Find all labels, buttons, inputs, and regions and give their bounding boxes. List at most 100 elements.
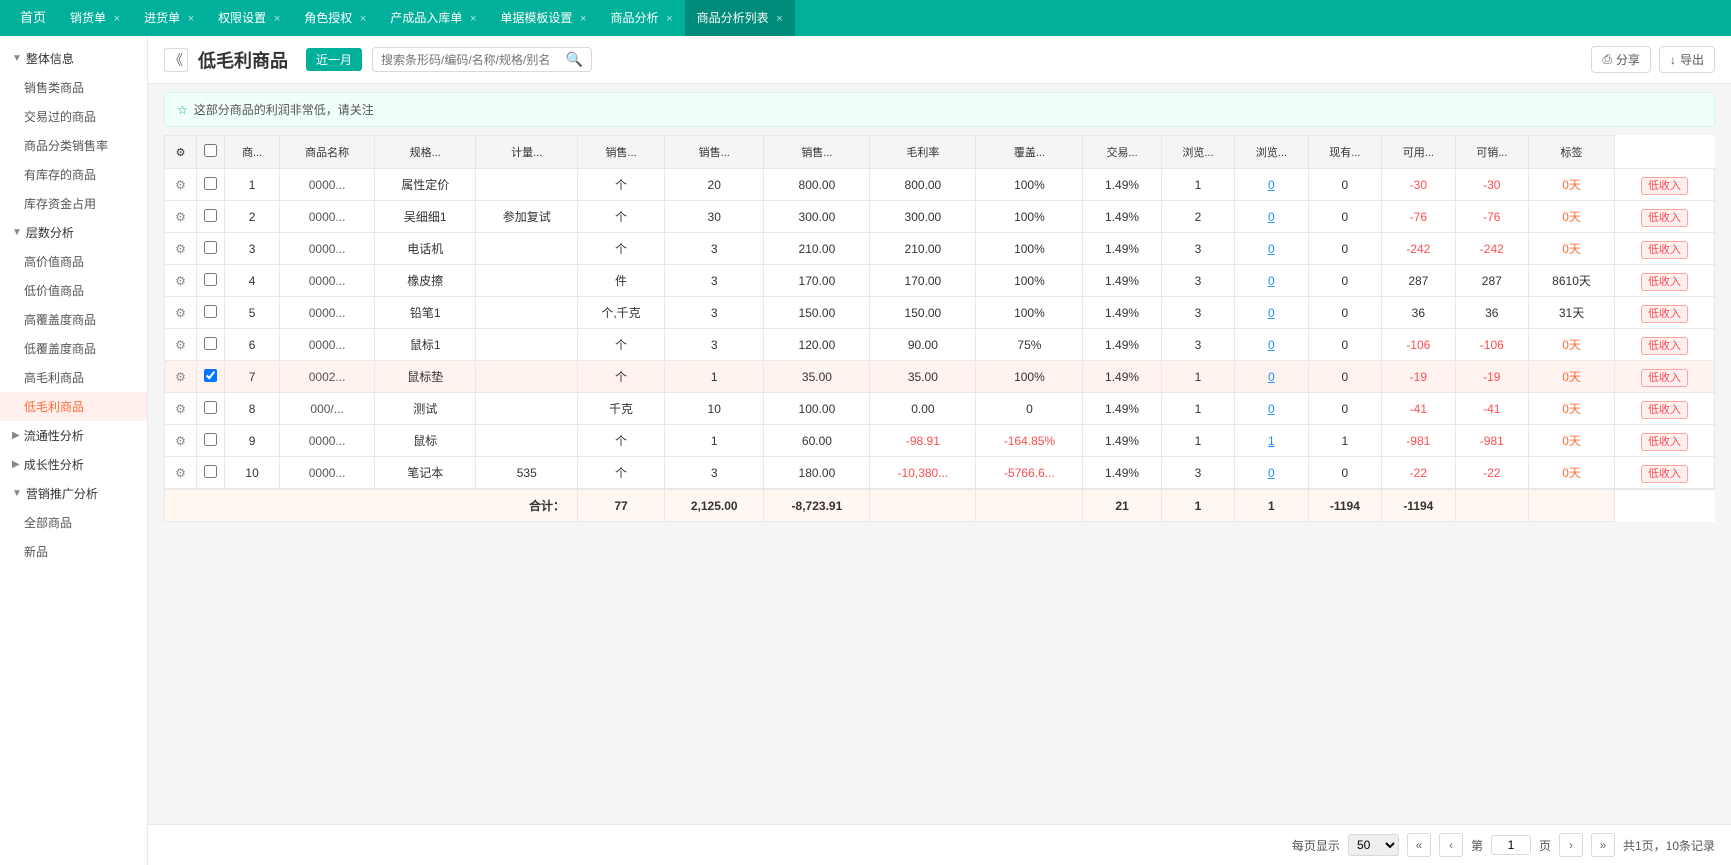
row-select-checkbox[interactable] [204, 337, 217, 350]
row-select-checkbox[interactable] [204, 241, 217, 254]
row-select-checkbox[interactable] [204, 369, 217, 382]
notice-text: 这部分商品的利润非常低，请关注 [194, 101, 374, 118]
row-browse1: 0 [1235, 297, 1308, 329]
close-roles-tab[interactable]: × [360, 13, 366, 25]
row-settings[interactable]: ⚙ [165, 233, 197, 265]
nav-analysis[interactable]: 商品分析 × [598, 0, 684, 36]
row-settings[interactable]: ⚙ [165, 265, 197, 297]
close-analysis-tab[interactable]: × [666, 13, 672, 25]
th-code[interactable]: 商... [225, 136, 280, 169]
row-browse1: 0 [1235, 361, 1308, 393]
arrow-flow-icon: ▶ [12, 430, 20, 441]
row-select-checkbox[interactable] [204, 273, 217, 286]
row-settings[interactable]: ⚙ [165, 201, 197, 233]
row-settings[interactable]: ⚙ [165, 297, 197, 329]
sidebar-item-traded-goods[interactable]: 交易过的商品 [0, 102, 147, 131]
sidebar-item-low-margin[interactable]: 低毛利商品 [0, 392, 147, 421]
close-permissions-tab[interactable]: × [274, 13, 280, 25]
row-unit: 个 [577, 425, 664, 457]
close-warehouse-tab[interactable]: × [470, 13, 476, 25]
row-transactions: 3 [1161, 297, 1234, 329]
th-current-stock[interactable]: 现有... [1308, 136, 1381, 169]
th-sales-profit[interactable]: 销售... [764, 136, 870, 169]
export-button[interactable]: ↓ 导出 [1659, 46, 1715, 73]
select-all-checkbox[interactable] [204, 144, 217, 157]
nav-home[interactable]: 首页 [8, 0, 58, 36]
sidebar-item-high-value[interactable]: 高价值商品 [0, 247, 147, 276]
close-purchase-tab[interactable]: × [188, 13, 194, 25]
search-input[interactable] [381, 53, 566, 67]
row-select-checkbox[interactable] [204, 209, 217, 222]
sidebar-item-sales-goods[interactable]: 销售类商品 [0, 73, 147, 102]
th-available[interactable]: 可用... [1382, 136, 1455, 169]
sidebar-group-layered[interactable]: ▼ 层数分析 [0, 218, 147, 247]
row-settings[interactable]: ⚙ [165, 329, 197, 361]
row-browse2: 1 [1308, 425, 1381, 457]
th-settings[interactable]: ⚙ [165, 136, 197, 169]
th-spec[interactable]: 规格... [374, 136, 476, 169]
th-browse2[interactable]: 浏览... [1235, 136, 1308, 169]
row-select-checkbox[interactable] [204, 177, 217, 190]
sidebar-item-high-coverage[interactable]: 高覆盖度商品 [0, 305, 147, 334]
sidebar-collapse-button[interactable]: 《 [164, 48, 188, 72]
nav-permissions[interactable]: 权限设置 × [206, 0, 292, 36]
row-available: -242 [1455, 233, 1528, 265]
th-coverage[interactable]: 覆盖... [976, 136, 1083, 169]
row-gross-margin: 100% [976, 361, 1083, 393]
total-gross-margin [870, 489, 976, 522]
sidebar-item-inventory-goods[interactable]: 有库存的商品 [0, 160, 147, 189]
row-select-checkbox[interactable] [204, 465, 217, 478]
share-button[interactable]: ⎙ 分享 [1591, 46, 1651, 73]
sidebar-item-high-margin[interactable]: 高毛利商品 [0, 363, 147, 392]
row-select-checkbox[interactable] [204, 401, 217, 414]
nav-warehouse[interactable]: 产成品入库单 × [378, 0, 488, 36]
sidebar-item-funds-usage[interactable]: 库存资金占用 [0, 189, 147, 218]
row-sales-price: 35.00 [764, 361, 870, 393]
row-sales-profit: 90.00 [870, 329, 976, 361]
th-name[interactable]: 商品名称 [280, 136, 375, 169]
sidebar-item-all-goods[interactable]: 全部商品 [0, 508, 147, 537]
sidebar-group-growth[interactable]: ▶ 成长性分析 [0, 450, 147, 479]
sidebar-group-marketing[interactable]: ▼ 营销推广分析 [0, 479, 147, 508]
row-gross-margin: 100% [976, 233, 1083, 265]
row-settings[interactable]: ⚙ [165, 393, 197, 425]
page-number-input[interactable] [1491, 835, 1531, 855]
prev-prev-page-button[interactable]: « [1407, 833, 1431, 857]
th-saleable[interactable]: 可销... [1455, 136, 1528, 169]
close-analysis-list-tab[interactable]: × [776, 13, 782, 25]
search-icon[interactable]: 🔍 [566, 51, 583, 68]
row-no: 8 [225, 393, 280, 425]
close-templates-tab[interactable]: × [580, 13, 586, 25]
per-page-select[interactable]: 20 50 100 200 [1348, 834, 1399, 856]
sidebar-group-flow[interactable]: ▶ 流通性分析 [0, 421, 147, 450]
th-transactions[interactable]: 交易... [1083, 136, 1161, 169]
row-select-checkbox[interactable] [204, 305, 217, 318]
nav-analysis-list[interactable]: 商品分析列表 × [685, 0, 795, 36]
sidebar-item-low-value[interactable]: 低价值商品 [0, 276, 147, 305]
nav-purchase[interactable]: 进货单 × [132, 0, 206, 36]
prev-page-button[interactable]: ‹ [1439, 833, 1463, 857]
row-settings[interactable]: ⚙ [165, 169, 197, 201]
th-browse1[interactable]: 浏览... [1161, 136, 1234, 169]
row-settings[interactable]: ⚙ [165, 361, 197, 393]
row-no: 6 [225, 329, 280, 361]
close-sales-tab[interactable]: × [114, 13, 120, 25]
row-select-checkbox[interactable] [204, 433, 217, 446]
time-filter-badge[interactable]: 近一月 [306, 48, 362, 71]
sidebar-item-low-coverage[interactable]: 低覆盖度商品 [0, 334, 147, 363]
th-sales-price[interactable]: 销售... [665, 136, 764, 169]
th-sales-qty[interactable]: 销售... [577, 136, 664, 169]
row-settings[interactable]: ⚙ [165, 457, 197, 490]
next-next-page-button[interactable]: » [1591, 833, 1615, 857]
nav-sales[interactable]: 销货单 × [58, 0, 132, 36]
sidebar-group-overall[interactable]: ▼ 整体信息 [0, 44, 147, 73]
sidebar-item-new-goods[interactable]: 新品 [0, 537, 147, 566]
th-unit[interactable]: 计量... [476, 136, 578, 169]
nav-templates[interactable]: 单据模板设置 × [488, 0, 598, 36]
nav-roles[interactable]: 角色授权 × [292, 0, 378, 36]
row-settings[interactable]: ⚙ [165, 425, 197, 457]
th-gross-margin[interactable]: 毛利率 [870, 136, 976, 169]
next-page-button[interactable]: › [1559, 833, 1583, 857]
sidebar-item-goods-analysis[interactable]: 商品分类销售率 [0, 131, 147, 160]
total-saleable [1455, 489, 1528, 522]
